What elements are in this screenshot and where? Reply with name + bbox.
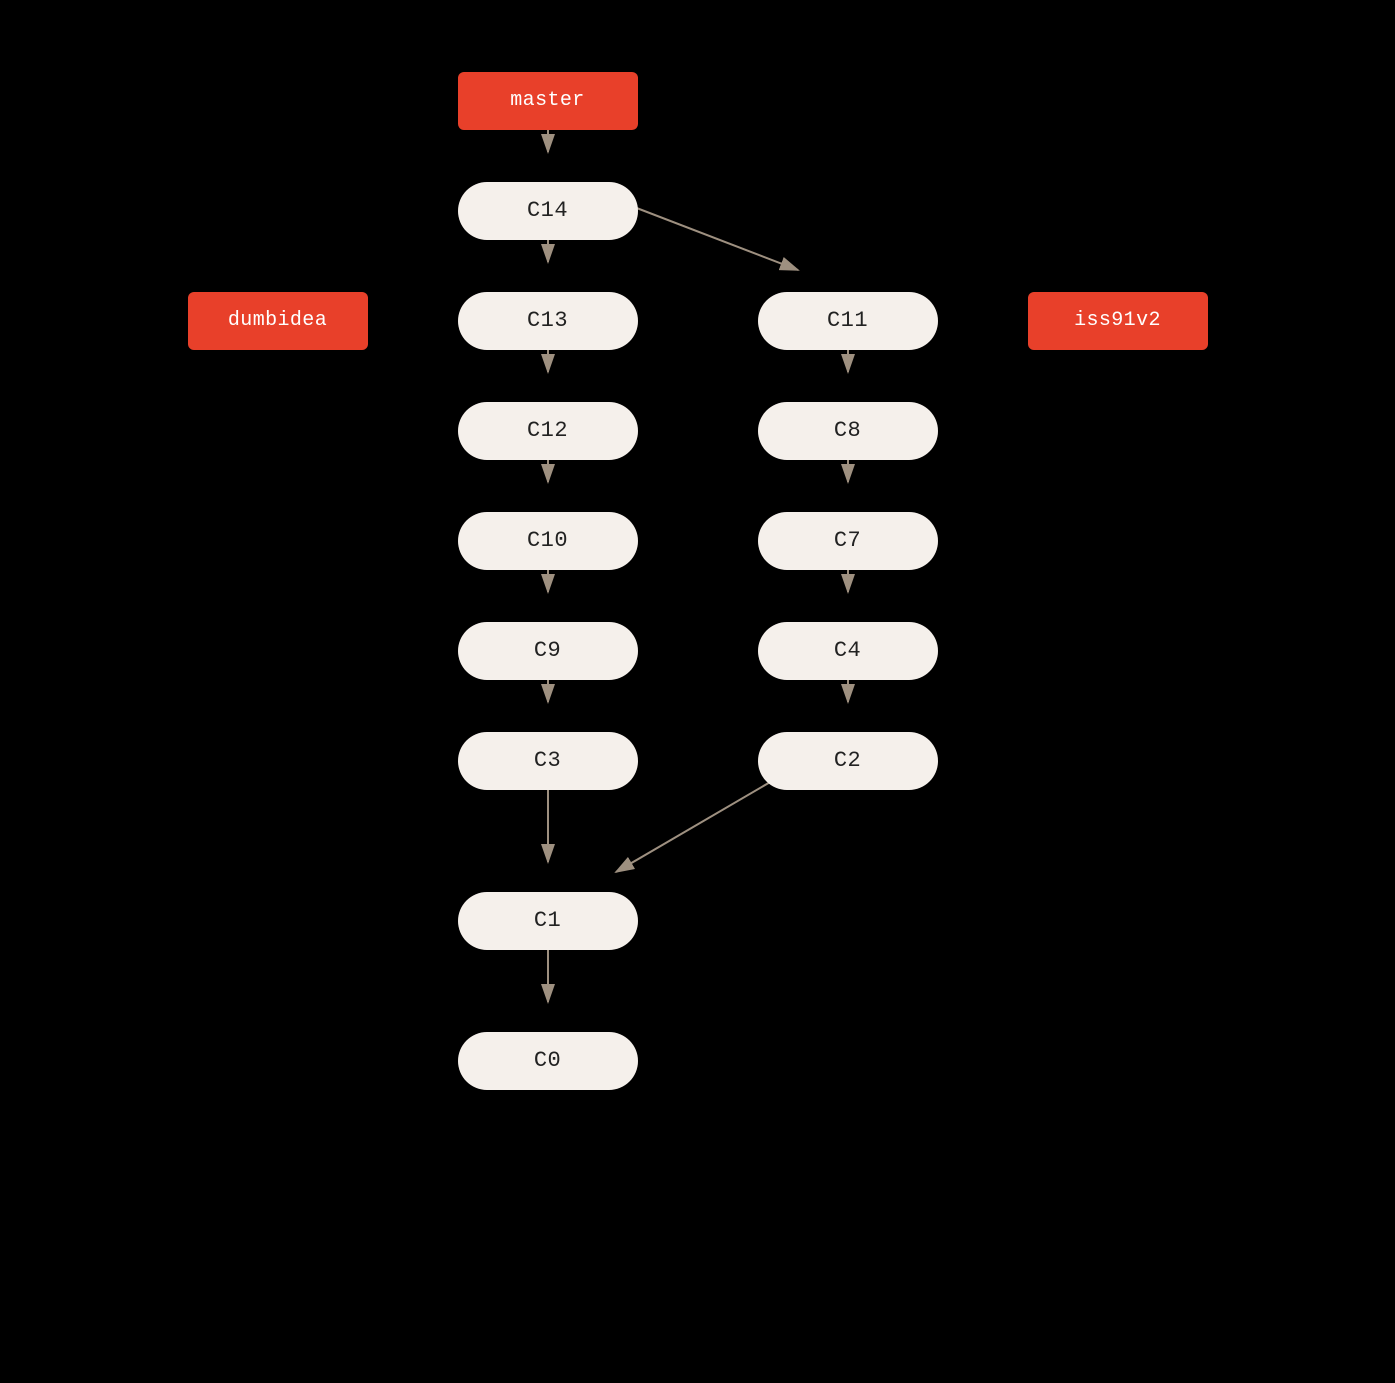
commit-c13: C13 [458,292,638,350]
commit-c4: C4 [758,622,938,680]
branch-dumbidea: dumbidea [188,292,368,350]
branch-master: master [458,72,638,130]
branch-iss91v2: iss91v2 [1028,292,1208,350]
commit-c11: C11 [758,292,938,350]
commit-c0: C0 [458,1032,638,1090]
commit-c8: C8 [758,402,938,460]
commit-c14: C14 [458,182,638,240]
commit-c12: C12 [458,402,638,460]
commit-c7: C7 [758,512,938,570]
commit-c3: C3 [458,732,638,790]
git-diagram: master C14 dumbidea C13 C11 iss91v2 C12 … [148,42,1248,1342]
commit-c10: C10 [458,512,638,570]
commit-c2: C2 [758,732,938,790]
arrows-layer [148,42,1248,1342]
commit-c9: C9 [458,622,638,680]
commit-c1: C1 [458,892,638,950]
